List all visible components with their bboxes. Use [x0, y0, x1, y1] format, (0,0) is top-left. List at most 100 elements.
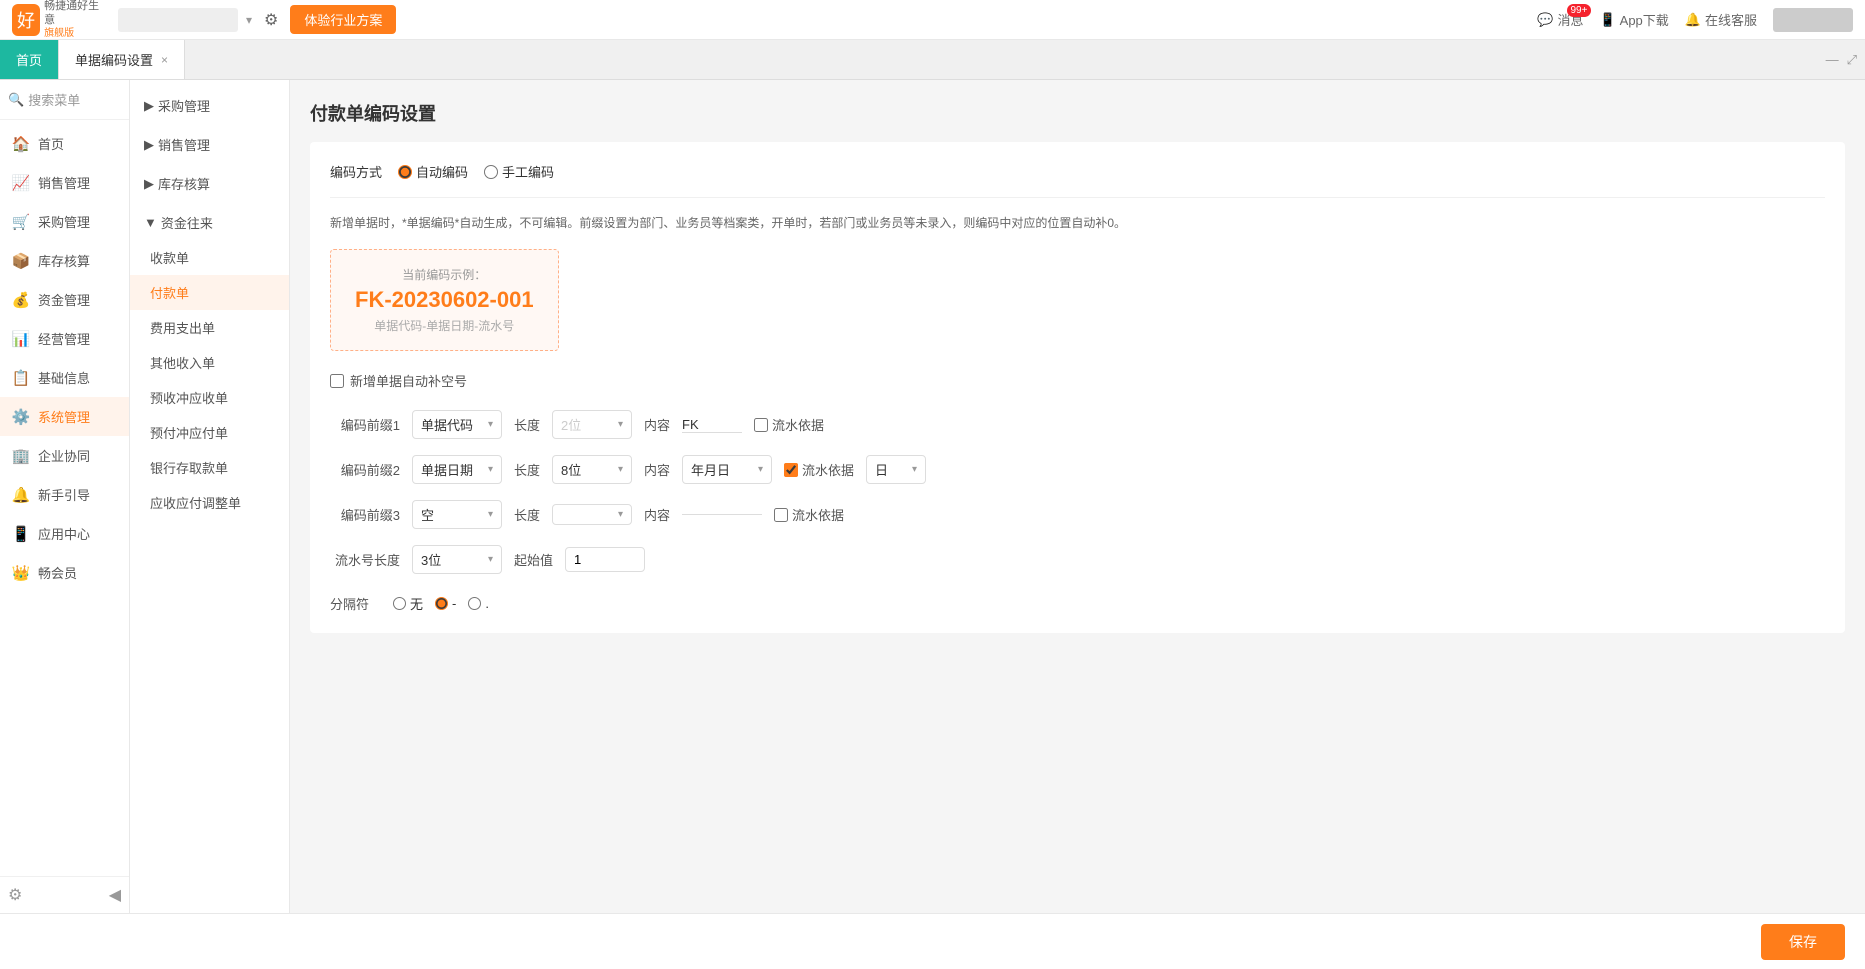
sep-none-input[interactable] — [393, 597, 406, 610]
chevron-right-icon: ▶ — [144, 137, 154, 153]
sidebar-search[interactable]: 🔍 搜索菜单 — [0, 80, 129, 120]
group-inventory: ▶ 库存核算 — [130, 166, 289, 201]
chevron-down-icon[interactable]: ▾ — [246, 13, 252, 27]
prefix3-length-select[interactable]: ▾ — [552, 504, 632, 525]
trial-button[interactable]: 体验行业方案 — [290, 5, 396, 34]
sidebar-item-receipt[interactable]: 收款单 — [130, 240, 289, 275]
group-purchase: ▶ 采购管理 — [130, 88, 289, 123]
serial-length-label: 流水号长度 — [330, 550, 400, 569]
message-button[interactable]: 💬 消息 99+ — [1537, 10, 1583, 29]
prefix3-row: 编码前缀3 空 ▾ 长度 ▾ 内容 流水依据 — [330, 500, 1825, 529]
sidebar-item-guide[interactable]: 🔔 新手引导 — [0, 475, 129, 514]
preview-code: FK-20230602-001 — [355, 287, 534, 313]
prefix3-select[interactable]: 空 ▾ — [412, 500, 502, 529]
sidebar-item-system[interactable]: ⚙️ 系统管理 — [0, 397, 129, 436]
sidebar-item-adjust[interactable]: 应收应付调整单 — [130, 485, 289, 520]
manual-coding-input[interactable] — [484, 165, 498, 179]
prefix1-length-label: 长度 — [514, 415, 540, 434]
purchase-icon: 🛒 — [12, 213, 30, 231]
sidebar-item-purchase[interactable]: 🛒 采购管理 — [0, 202, 129, 241]
settings-icon[interactable]: ⚙ — [8, 885, 22, 905]
sidebar-item-payment[interactable]: 付款单 — [130, 275, 289, 310]
left-sidebar: 🔍 搜索菜单 🏠 首页 📈 销售管理 🛒 采购管理 📦 库存核算 💰 — [0, 80, 130, 913]
collapse-icon[interactable]: ◀ — [109, 885, 121, 905]
gear-icon[interactable]: ⚙ — [264, 10, 278, 30]
minimize-icon[interactable]: — — [1826, 52, 1839, 67]
serial-length-select[interactable]: 3位 ▾ — [412, 545, 502, 574]
tab-home[interactable]: 首页 — [0, 40, 59, 79]
sidebar-item-advance-pay[interactable]: 预付冲应付单 — [130, 415, 289, 450]
auto-fill-checkbox[interactable] — [330, 374, 344, 388]
tabbar-actions: — ⤢ — [1818, 40, 1865, 79]
online-service-button[interactable]: 🔔 在线客服 — [1685, 10, 1757, 29]
sep-dash-input[interactable] — [435, 597, 448, 610]
sidebar-item-expense[interactable]: 费用支出单 — [130, 310, 289, 345]
group-inventory-title[interactable]: ▶ 库存核算 — [130, 166, 289, 201]
start-value-label: 起始值 — [514, 550, 553, 569]
prefix3-value: 空 — [421, 505, 484, 524]
prefix2-serial-unit-value: 日 — [875, 460, 908, 479]
prefix1-serial-checkbox-item[interactable]: 流水依据 — [754, 415, 824, 434]
group-sales-title[interactable]: ▶ 销售管理 — [130, 127, 289, 162]
auto-coding-input[interactable] — [398, 165, 412, 179]
sidebar-item-home[interactable]: 🏠 首页 — [0, 124, 129, 163]
sidebar-item-enterprise[interactable]: 🏢 企业协同 — [0, 436, 129, 475]
sidebar-item-appcenter[interactable]: 📱 应用中心 — [0, 514, 129, 553]
prefix2-serial-checkbox[interactable] — [784, 463, 798, 477]
prefix2-select[interactable]: 单据日期 ▾ — [412, 455, 502, 484]
sidebar-item-sales[interactable]: 📈 销售管理 — [0, 163, 129, 202]
prefix1-arrow-icon: ▾ — [488, 419, 493, 430]
prefix3-serial-checkbox[interactable] — [774, 508, 788, 522]
prefix3-length-label: 长度 — [514, 505, 540, 524]
sidebar-item-operations[interactable]: 📊 经营管理 — [0, 319, 129, 358]
prefix2-serial-unit-select[interactable]: 日 ▾ — [866, 455, 926, 484]
sales-icon: 📈 — [12, 174, 30, 192]
save-button[interactable]: 保存 — [1761, 924, 1845, 960]
group-capital-title[interactable]: ▼ 资金往来 — [130, 205, 289, 240]
tab-close-icon[interactable]: × — [161, 53, 168, 67]
start-value-input[interactable] — [565, 547, 645, 572]
download-icon: 📱 — [1599, 12, 1615, 28]
group-purchase-title[interactable]: ▶ 采购管理 — [130, 88, 289, 123]
topbar-right: 💬 消息 99+ 📱 App下载 🔔 在线客服 — [1537, 8, 1853, 32]
prefix1-label: 编码前缀1 — [330, 415, 400, 434]
prefix1-length-select[interactable]: 2位 ▾ — [552, 410, 632, 439]
sidebar-item-other-income[interactable]: 其他收入单 — [130, 345, 289, 380]
manual-coding-radio[interactable]: 手工编码 — [484, 162, 554, 181]
prefix2-serial-checkbox-item[interactable]: 流水依据 — [784, 460, 854, 479]
sep-dot-radio[interactable]: . — [468, 596, 489, 611]
sidebar-item-advance-recv[interactable]: 预收冲应收单 — [130, 380, 289, 415]
company-selector[interactable] — [118, 8, 238, 32]
basic-icon: 📋 — [12, 369, 30, 387]
search-icon: 🔍 — [8, 92, 24, 108]
prefix3-serial-checkbox-item[interactable]: 流水依据 — [774, 505, 844, 524]
tab-encoding-settings[interactable]: 单据编码设置 × — [59, 40, 185, 79]
separator-label: 分隔符 — [330, 594, 369, 613]
prefix1-select[interactable]: 单据代码 ▾ — [412, 410, 502, 439]
sep-dash-radio[interactable]: - — [435, 596, 456, 611]
main-layout: 🔍 搜索菜单 🏠 首页 📈 销售管理 🛒 采购管理 📦 库存核算 💰 — [0, 80, 1865, 913]
sidebar-item-bank[interactable]: 银行存取款单 — [130, 450, 289, 485]
sidebar-item-basic[interactable]: 📋 基础信息 — [0, 358, 129, 397]
prefix2-length-label: 长度 — [514, 460, 540, 479]
prefix2-content-select[interactable]: 年月日 ▾ — [682, 455, 772, 484]
appcenter-icon: 📱 — [12, 525, 30, 543]
auto-coding-radio[interactable]: 自动编码 — [398, 162, 468, 181]
prefix2-content-label: 内容 — [644, 460, 670, 479]
maximize-icon[interactable]: ⤢ — [1847, 52, 1857, 68]
avatar[interactable] — [1773, 8, 1853, 32]
app-download-button[interactable]: 📱 App下载 — [1599, 10, 1668, 29]
sidebar-item-inventory[interactable]: 📦 库存核算 — [0, 241, 129, 280]
prefix2-length-select[interactable]: 8位 ▾ — [552, 455, 632, 484]
brand-text: 畅捷通好生意 旗舰版 — [44, 0, 102, 40]
settings-card: 编码方式 自动编码 手工编码 新增单据时，*单据编码*自动生成，不可编辑。前缀设… — [310, 142, 1845, 633]
service-icon: 🔔 — [1685, 12, 1701, 28]
sidebar-item-member[interactable]: 👑 畅会员 — [0, 553, 129, 592]
sep-dot-input[interactable] — [468, 597, 481, 610]
prefix1-serial-checkbox[interactable] — [754, 418, 768, 432]
sep-none-radio[interactable]: 无 — [393, 594, 423, 613]
serial-length-value: 3位 — [421, 550, 484, 569]
sidebar-item-finance[interactable]: 💰 资金管理 — [0, 280, 129, 319]
main-content: 付款单编码设置 编码方式 自动编码 手工编码 — [290, 80, 1865, 913]
auto-fill-label: 新增单据自动补空号 — [350, 371, 467, 390]
